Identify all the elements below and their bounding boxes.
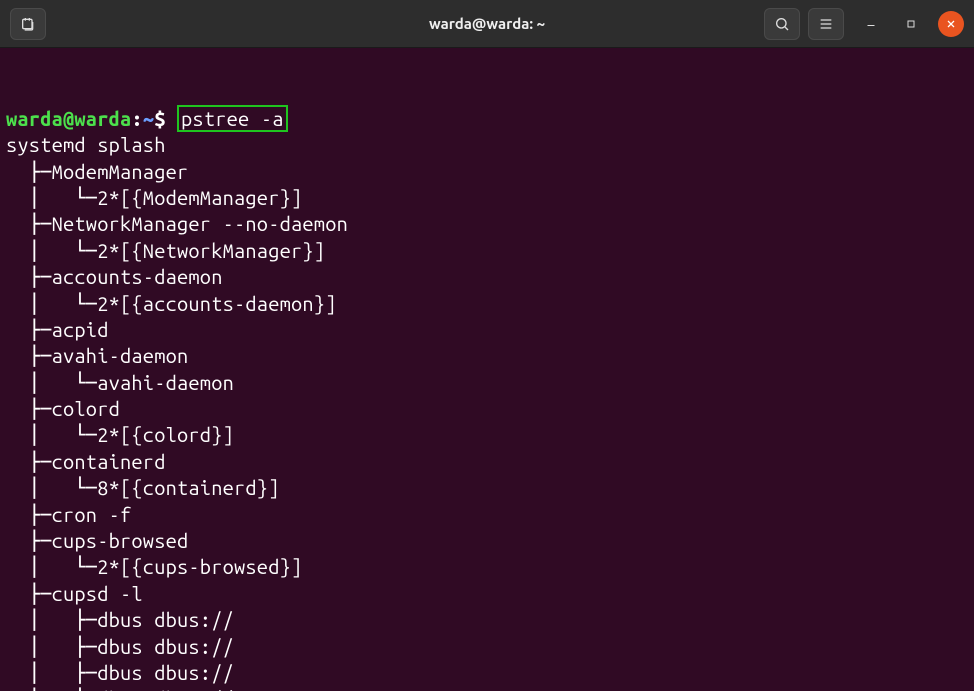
- search-button[interactable]: [764, 8, 800, 40]
- pstree-output: systemd splash ├─ModemManager │ └─2*[{Mo…: [6, 132, 968, 691]
- terminal-window: warda@warda: ~ warda@warda:~$ pstree -as…: [0, 0, 974, 691]
- maximize-icon: [905, 18, 917, 30]
- output-line: │ └─2*[{ModemManager}]: [6, 185, 968, 211]
- output-line: ├─cups-browsed: [6, 528, 968, 554]
- window-title: warda@warda: ~: [429, 15, 545, 32]
- search-icon: [774, 16, 790, 32]
- output-line: systemd splash: [6, 132, 968, 158]
- output-line: ├─cupsd -l: [6, 581, 968, 607]
- minimize-button[interactable]: [858, 11, 884, 37]
- prompt-user-host: warda@warda: [6, 107, 131, 130]
- output-line: │ ├─dbus dbus://: [6, 660, 968, 686]
- maximize-button[interactable]: [898, 11, 924, 37]
- output-line: │ └─8*[{containerd}]: [6, 475, 968, 501]
- output-line: ├─colord: [6, 396, 968, 422]
- output-line: │ └─2*[{NetworkManager}]: [6, 238, 968, 264]
- prompt-symbol: $: [154, 107, 165, 130]
- output-line: │ └─2*[{accounts-daemon}]: [6, 291, 968, 317]
- output-line: ├─containerd: [6, 449, 968, 475]
- new-tab-icon: [20, 16, 36, 32]
- close-button[interactable]: [938, 11, 964, 37]
- output-line: │ └─2*[{colord}]: [6, 422, 968, 448]
- prompt-colon: :: [131, 107, 142, 130]
- close-icon: [945, 18, 957, 30]
- hamburger-icon: [818, 16, 834, 32]
- prompt-path: ~: [143, 107, 154, 130]
- output-line: │ └─2*[{cups-browsed}]: [6, 554, 968, 580]
- output-line: ├─ModemManager: [6, 159, 968, 185]
- menu-button[interactable]: [808, 8, 844, 40]
- terminal-content[interactable]: warda@warda:~$ pstree -asystemd splash ├…: [0, 48, 974, 691]
- output-line: ├─avahi-daemon: [6, 343, 968, 369]
- prompt-line: warda@warda:~$ pstree -a: [6, 105, 968, 132]
- output-line: ├─acpid: [6, 317, 968, 343]
- output-line: ├─accounts-daemon: [6, 264, 968, 290]
- output-line: ├─cron -f: [6, 502, 968, 528]
- output-line: │ ├─dbus dbus://: [6, 634, 968, 660]
- output-line: │ ├─dbus dbus://: [6, 607, 968, 633]
- new-tab-button[interactable]: [10, 8, 46, 40]
- titlebar: warda@warda: ~: [0, 0, 974, 48]
- command-highlight: pstree -a: [177, 105, 288, 132]
- output-line: ├─NetworkManager --no-daemon: [6, 211, 968, 237]
- output-line: │ └─avahi-daemon: [6, 370, 968, 396]
- minimize-icon: [865, 18, 877, 30]
- output-line: │ └─dbus dbus://: [6, 686, 968, 691]
